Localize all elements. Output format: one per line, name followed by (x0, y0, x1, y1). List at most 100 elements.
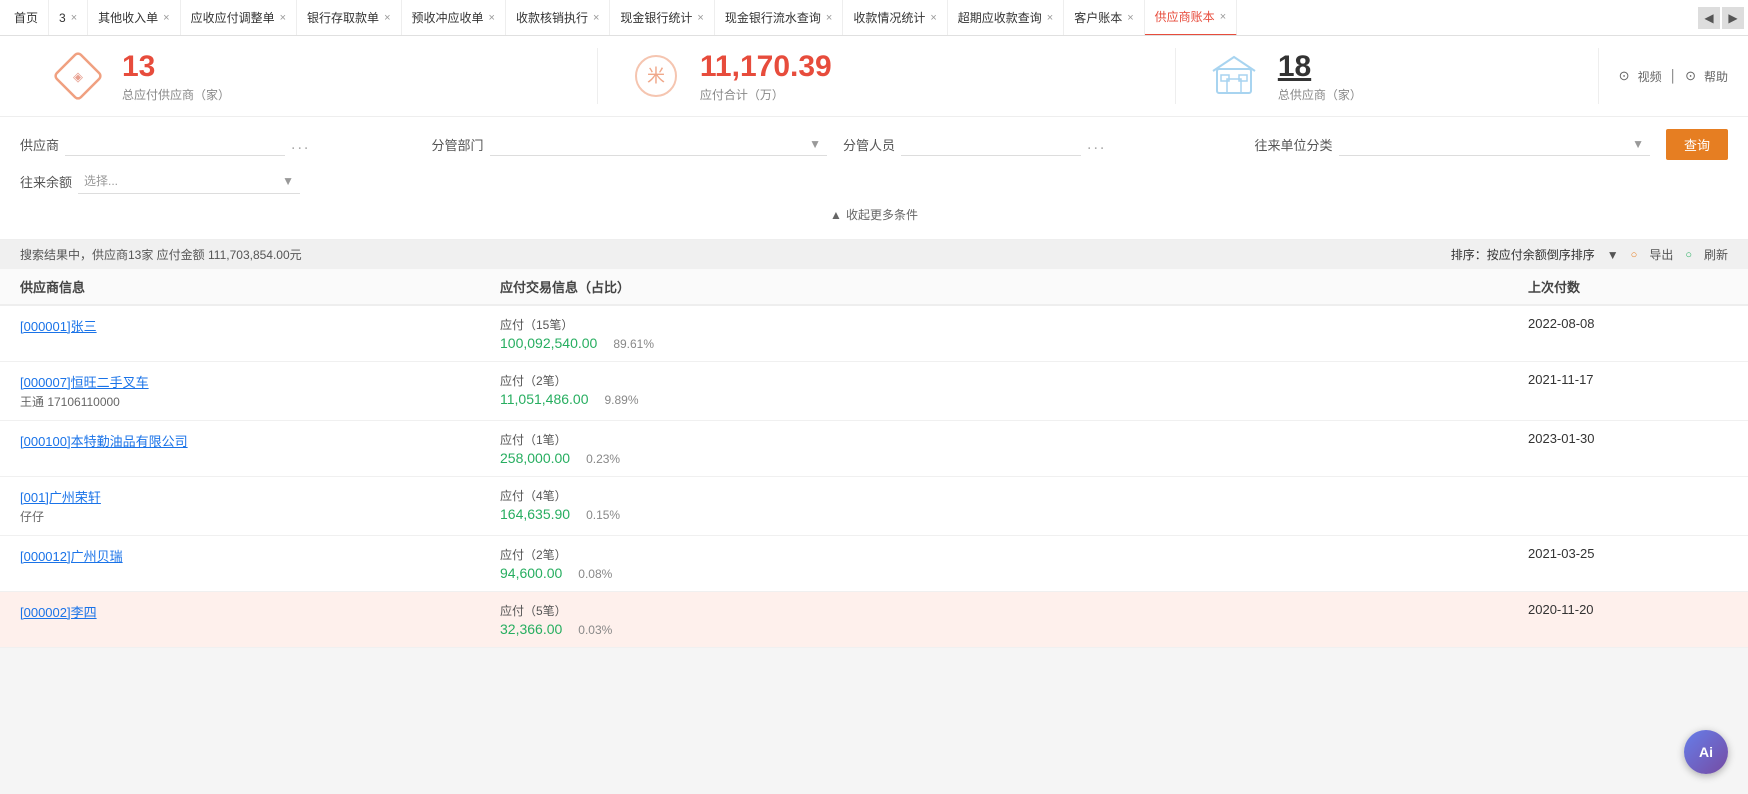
close-icon[interactable]: × (930, 12, 936, 24)
department-select[interactable]: ▼ (490, 133, 827, 156)
close-icon[interactable]: × (826, 12, 832, 24)
transaction-col-3: 应付（4笔） 164,635.90 0.15% (500, 487, 1528, 522)
nav-tab-home[interactable]: 首页 (4, 0, 49, 36)
tx-label-4: 应付（2笔） (500, 546, 567, 563)
tx-label-3: 应付（4笔） (500, 487, 567, 504)
person-label: 分管人员 (843, 135, 895, 154)
supplier-col-0: [000001]张三 (20, 316, 500, 335)
sort-dropdown-icon[interactable]: ▼ (1607, 248, 1619, 262)
query-button[interactable]: 查询 (1666, 129, 1728, 160)
close-icon[interactable]: × (593, 12, 599, 24)
nav-next-arrow[interactable]: ▶ (1722, 7, 1744, 29)
nav-tab-overdue[interactable]: 超期应收款查询 × (948, 0, 1064, 36)
category-label: 往来单位分类 (1255, 135, 1333, 154)
close-icon[interactable]: × (489, 12, 495, 24)
filter-balance: 往来余额 选择... ▼ (20, 168, 300, 194)
nav-tab-3-label: 3 (59, 11, 66, 25)
person-input[interactable] (901, 133, 1081, 156)
tx-amount-3[interactable]: 164,635.90 (500, 506, 570, 522)
export-button[interactable]: 导出 (1649, 246, 1673, 263)
supplier-link-1[interactable]: [000007]恒旺二手叉车 (20, 375, 149, 390)
close-icon[interactable]: × (1047, 12, 1053, 24)
balance-select[interactable]: 选择... ▼ (78, 168, 300, 194)
supplier-link-5[interactable]: [000002]李四 (20, 605, 97, 620)
refresh-button[interactable]: 刷新 (1704, 246, 1728, 263)
filter-row-2: 往来余额 选择... ▼ (20, 168, 1728, 194)
nav-tab-collect-stat[interactable]: 收款情况统计 × (843, 0, 947, 36)
close-icon[interactable]: × (697, 12, 703, 24)
nav-tab-adjust-label: 应收应付调整单 (191, 9, 275, 26)
tx-amount-4[interactable]: 94,600.00 (500, 565, 562, 581)
balance-select-value: 选择... (84, 172, 118, 189)
supplier-link-3[interactable]: [001]广州荣轩 (20, 490, 101, 505)
nav-tab-supplier-book-label: 供应商账本 (1155, 8, 1215, 25)
diamond-icon: ◈ (50, 48, 106, 104)
table-row: [000002]李四 应付（5笔） 32,366.00 0.03% 2020-1… (0, 592, 1748, 648)
person-dots[interactable]: ... (1087, 136, 1106, 154)
nav-tab-adjust[interactable]: 应收应付调整单 × (181, 0, 297, 36)
summary-payable-suppliers: ◈ 13 总应付供应商（家） (20, 48, 598, 104)
tx-percent-1: 9.89% (605, 393, 639, 407)
nav-tab-bank-label: 银行存取款单 (307, 9, 379, 26)
table-row: [000001]张三 应付（15笔） 100,092,540.00 89.61%… (0, 306, 1748, 362)
tx-label-0: 应付（15笔） (500, 316, 573, 333)
store-icon (1206, 48, 1262, 104)
tx-percent-5: 0.03% (578, 623, 612, 637)
tx-label-2: 应付（1笔） (500, 431, 567, 448)
supplier-link-2[interactable]: [000100]本特勤油品有限公司 (20, 434, 188, 449)
svg-text:◈: ◈ (73, 69, 83, 84)
nav-tab-other-income[interactable]: 其他收入单 × (88, 0, 180, 36)
nav-tab-cash-stat[interactable]: 现金银行统计 × (610, 0, 714, 36)
refresh-icon: ○ (1685, 249, 1692, 261)
transaction-col-4: 应付（2笔） 94,600.00 0.08% (500, 546, 1528, 581)
tx-amount-1[interactable]: 11,051,486.00 (500, 391, 589, 407)
close-icon[interactable]: × (384, 12, 390, 24)
close-icon[interactable]: × (71, 12, 77, 24)
summary-bar: ◈ 13 总应付供应商（家） 米 11,170.39 应付合计（万） (0, 36, 1748, 117)
video-link[interactable]: 视频 (1638, 68, 1662, 85)
sort-label[interactable]: 排序：按应付余额倒序排序 (1451, 246, 1595, 263)
balance-dropdown-icon: ▼ (282, 174, 294, 188)
nav-tab-prepay[interactable]: 预收冲应收单 × (402, 0, 506, 36)
filter-department: 分管部门 ▼ (432, 133, 828, 156)
nav-tab-3[interactable]: 3 × (49, 0, 88, 36)
result-bar-actions: 排序：按应付余额倒序排序 ▼ ○ 导出 ○ 刷新 (1451, 246, 1728, 263)
tx-amount-5[interactable]: 32,366.00 (500, 621, 562, 637)
category-select[interactable]: ▼ (1339, 133, 1650, 156)
table-row: [000100]本特勤油品有限公司 应付（1笔） 258,000.00 0.23… (0, 421, 1748, 477)
tx-amount-0[interactable]: 100,092,540.00 (500, 335, 597, 351)
tx-label-1: 应付（2笔） (500, 372, 567, 389)
supplier-dots[interactable]: ... (291, 136, 310, 154)
supplier-input[interactable] (65, 133, 285, 156)
payable-amount-text: 11,170.39 应付合计（万） (700, 50, 832, 103)
ai-button[interactable]: Ai (1684, 730, 1728, 774)
nav-tab-collect[interactable]: 收款核销执行 × (506, 0, 610, 36)
close-icon[interactable]: × (163, 12, 169, 24)
close-icon[interactable]: × (1220, 11, 1226, 23)
close-icon[interactable]: × (280, 12, 286, 24)
nav-tab-cash-query[interactable]: 现金银行流水查询 × (715, 0, 843, 36)
total-suppliers-text: 18 总供应商（家） (1278, 50, 1362, 103)
transaction-col-1: 应付（2笔） 11,051,486.00 9.89% (500, 372, 1528, 407)
tx-percent-0: 89.61% (613, 337, 654, 351)
supplier-link-0[interactable]: [000001]张三 (20, 319, 97, 334)
tx-percent-3: 0.15% (586, 508, 620, 522)
nav-tab-supplier-book[interactable]: 供应商账本 × (1145, 0, 1237, 36)
tx-amount-2[interactable]: 258,000.00 (500, 450, 570, 466)
supplier-link-4[interactable]: [000012]广州贝瑞 (20, 549, 123, 564)
nav-prev-arrow[interactable]: ◀ (1698, 7, 1720, 29)
nav-tab-customer-book[interactable]: 客户账本 × (1064, 0, 1144, 36)
lastpay-col-0: 2022-08-08 (1528, 316, 1728, 331)
tx-row-3: 164,635.90 0.15% (500, 506, 620, 522)
nav-tab-bank[interactable]: 银行存取款单 × (297, 0, 401, 36)
collapse-button[interactable]: ▲ 收起更多条件 (20, 202, 1728, 227)
tx-percent-4: 0.08% (578, 567, 612, 581)
table-row: [001]广州荣轩 仔仔 应付（4笔） 164,635.90 0.15% (0, 477, 1748, 536)
data-table: 供应商信息 应付交易信息（占比） 上次付数 [000001]张三 应付（15笔）… (0, 269, 1748, 648)
summary-payable-amount: 米 11,170.39 应付合计（万） (598, 48, 1176, 104)
close-icon[interactable]: × (1127, 12, 1133, 24)
department-label: 分管部门 (432, 135, 484, 154)
total-suppliers-number: 18 (1278, 50, 1362, 84)
help-link[interactable]: 帮助 (1704, 68, 1728, 85)
export-icon: ○ (1631, 249, 1638, 261)
